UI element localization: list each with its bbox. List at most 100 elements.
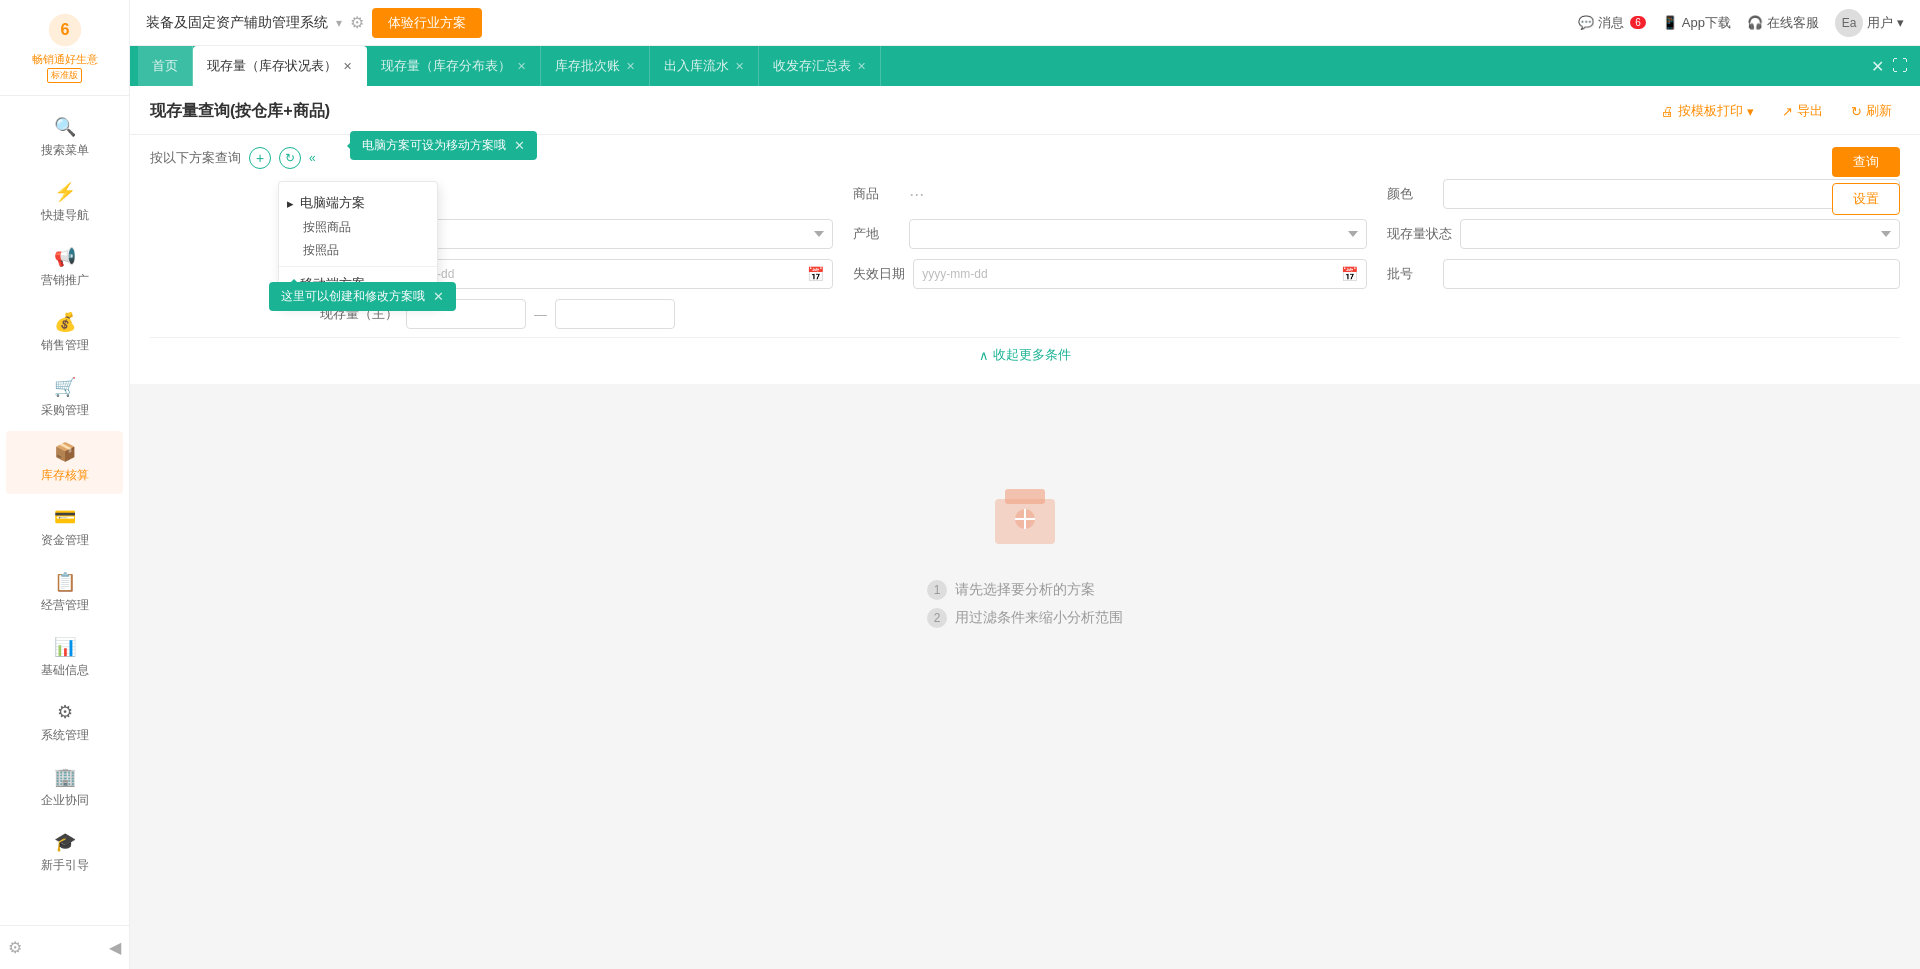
export-btn[interactable]: ↗ 导出	[1774, 98, 1831, 124]
tab-bar-actions: ✕ ⛶	[1871, 57, 1920, 76]
size-select[interactable]	[376, 219, 833, 249]
tab-home-label: 首页	[152, 57, 178, 75]
expire-date-placeholder: yyyy-mm-dd	[922, 267, 987, 281]
sidebar-item-system[interactable]: ⚙ 系统管理	[6, 691, 123, 754]
stock-status-label: 现存量状态	[1387, 225, 1452, 243]
system-title: 装备及固定资产辅助管理系统	[146, 14, 328, 32]
sidebar-item-guide[interactable]: 🎓 新手引导	[6, 821, 123, 884]
tab-stock-dist-close[interactable]: ✕	[517, 60, 526, 73]
tab-stock-dist[interactable]: 现存量（库存分布表） ✕	[367, 46, 541, 86]
system-dropdown-icon[interactable]: ▾	[336, 16, 342, 30]
tab-home[interactable]: 首页	[138, 46, 193, 86]
tooltip2-close[interactable]: ✕	[433, 289, 444, 304]
message-item[interactable]: 💬 消息 6	[1578, 14, 1646, 32]
close-all-tabs-icon[interactable]: ✕	[1871, 57, 1884, 76]
filter-refresh-btn[interactable]: ↻	[279, 147, 301, 169]
goods-dots[interactable]: ···	[909, 184, 924, 205]
scheme-desktop-header[interactable]: ▸ 电脑端方案	[279, 190, 437, 216]
message-icon: 💬	[1578, 15, 1594, 30]
sidebar-collapse-icon[interactable]: ◀	[109, 938, 121, 957]
tab-receive-summary[interactable]: 收发存汇总表 ✕	[759, 46, 881, 86]
sidebar-item-quick-nav[interactable]: ⚡ 快捷导航	[6, 171, 123, 234]
collapse-btn[interactable]: ∧ 收起更多条件	[979, 346, 1071, 364]
tab-batch-ledger[interactable]: 库存批次账 ✕	[541, 46, 650, 86]
scheme-sub-by-goods[interactable]: 按照商品	[279, 216, 437, 239]
tab-receive-summary-close[interactable]: ✕	[857, 60, 866, 73]
sidebar-item-search-menu[interactable]: 🔍 搜索菜单	[6, 106, 123, 169]
sidebar-settings-icon[interactable]: ⚙	[8, 938, 22, 957]
filter-area: 按以下方案查询 + ↻ « 电脑方案可设为移动方案哦 ✕ ▸	[130, 135, 1920, 384]
sidebar-item-marketing[interactable]: 📢 营销推广	[6, 236, 123, 299]
refresh-btn[interactable]: ↻ 刷新	[1843, 98, 1900, 124]
support-icon: 🎧	[1747, 15, 1763, 30]
page-content: 现存量查询(按仓库+商品) 🖨 按模板打印 ▾ ↗ 导出 ↻ 刷新	[130, 86, 1920, 969]
header-left: 装备及固定资产辅助管理系统 ▾ ⚙ 体验行业方案	[146, 8, 482, 38]
range-sep: —	[534, 307, 547, 322]
guide-icon: 🎓	[54, 831, 76, 853]
tab-batch-ledger-close[interactable]: ✕	[626, 60, 635, 73]
top-header: 装备及固定资产辅助管理系统 ▾ ⚙ 体验行业方案 💬 消息 6 📱 App下载 …	[130, 0, 1920, 46]
print-btn[interactable]: 🖨 按模板打印 ▾	[1653, 98, 1762, 124]
expire-date-label: 失效日期	[853, 265, 905, 283]
origin-select[interactable]	[909, 219, 1366, 249]
sidebar-item-finance[interactable]: 💳 资金管理	[6, 496, 123, 559]
svg-rect-3	[1005, 489, 1045, 504]
sidebar-item-purchase[interactable]: 🛒 采购管理	[6, 366, 123, 429]
online-support-item[interactable]: 🎧 在线客服	[1747, 14, 1819, 32]
expire-date-input[interactable]: yyyy-mm-dd 📅	[913, 259, 1366, 289]
scheme-sub-label: 按照商品	[303, 220, 351, 234]
search-btn[interactable]: 查询	[1832, 147, 1900, 177]
empty-step2: 2 用过滤条件来缩小分析范围	[927, 608, 1123, 628]
message-badge: 6	[1630, 16, 1646, 29]
sidebar-item-inventory[interactable]: 📦 库存核算	[6, 431, 123, 494]
empty-state-icon	[975, 464, 1075, 564]
filter-origin: 产地	[853, 219, 1366, 249]
tab-inout-flow-close[interactable]: ✕	[735, 60, 744, 73]
scheme-sub-by-item[interactable]: 按照品	[279, 239, 437, 262]
sidebar-item-sales[interactable]: 💰 销售管理	[6, 301, 123, 364]
tab-stock-status-close[interactable]: ✕	[343, 60, 352, 73]
svg-text:6: 6	[60, 20, 69, 38]
operations-icon: 📋	[54, 571, 76, 593]
expire-date-icon[interactable]: 📅	[1341, 266, 1358, 282]
tooltip-desktop-scheme: 电脑方案可设为移动方案哦 ✕	[350, 131, 537, 160]
industry-btn[interactable]: 体验行业方案	[372, 8, 482, 38]
sidebar-item-label: 企业协同	[41, 792, 89, 809]
sidebar-item-label: 基础信息	[41, 662, 89, 679]
export-icon: ↗	[1782, 104, 1793, 119]
sidebar-bottom: ⚙ ◀	[0, 925, 129, 969]
batch-label: 批号	[1387, 265, 1435, 283]
filter-back-btn[interactable]: «	[309, 151, 316, 165]
avatar: Ea	[1835, 9, 1863, 37]
maximize-icon[interactable]: ⛶	[1892, 57, 1908, 75]
sidebar-item-label: 搜索菜单	[41, 142, 89, 159]
sidebar-item-operations[interactable]: 📋 经营管理	[6, 561, 123, 624]
tab-inout-flow[interactable]: 出入库流水 ✕	[650, 46, 759, 86]
tab-stock-status[interactable]: 现存量（库存状况表） ✕	[193, 46, 367, 86]
collapse-label: 收起更多条件	[993, 346, 1071, 364]
sidebar-item-label: 快捷导航	[41, 207, 89, 224]
header-right: 💬 消息 6 📱 App下载 🎧 在线客服 Ea 用户 ▾	[1578, 9, 1904, 37]
origin-label: 产地	[853, 225, 901, 243]
filter-label: 按以下方案查询	[150, 149, 241, 167]
collapse-icon: ∧	[979, 348, 989, 363]
sidebar-item-label: 采购管理	[41, 402, 89, 419]
stock-status-select[interactable]	[1460, 219, 1900, 249]
user-dropdown-icon: ▾	[1897, 15, 1904, 30]
sidebar-item-enterprise[interactable]: 🏢 企业协同	[6, 756, 123, 819]
tooltip1-close[interactable]: ✕	[514, 138, 525, 153]
filter-add-btn[interactable]: +	[249, 147, 271, 169]
app-download-item[interactable]: 📱 App下载	[1662, 14, 1731, 32]
produce-date-icon[interactable]: 📅	[807, 266, 824, 282]
print-dropdown-icon: ▾	[1747, 104, 1754, 119]
purchase-icon: 🛒	[54, 376, 76, 398]
batch-input[interactable]	[1443, 259, 1900, 289]
header-gear-icon[interactable]: ⚙	[350, 13, 364, 32]
tooltip2-text: 这里可以创建和修改方案哦	[281, 288, 425, 305]
reset-btn[interactable]: 设置	[1832, 183, 1900, 215]
sidebar-item-base-info[interactable]: 📊 基础信息	[6, 626, 123, 689]
tab-bar: 首页 现存量（库存状况表） ✕ 现存量（库存分布表） ✕ 库存批次账 ✕ 出入库…	[130, 46, 1920, 86]
stock-qty-max[interactable]	[555, 299, 675, 329]
user-item[interactable]: Ea 用户 ▾	[1835, 9, 1904, 37]
filter-color: 颜色	[1387, 179, 1900, 209]
